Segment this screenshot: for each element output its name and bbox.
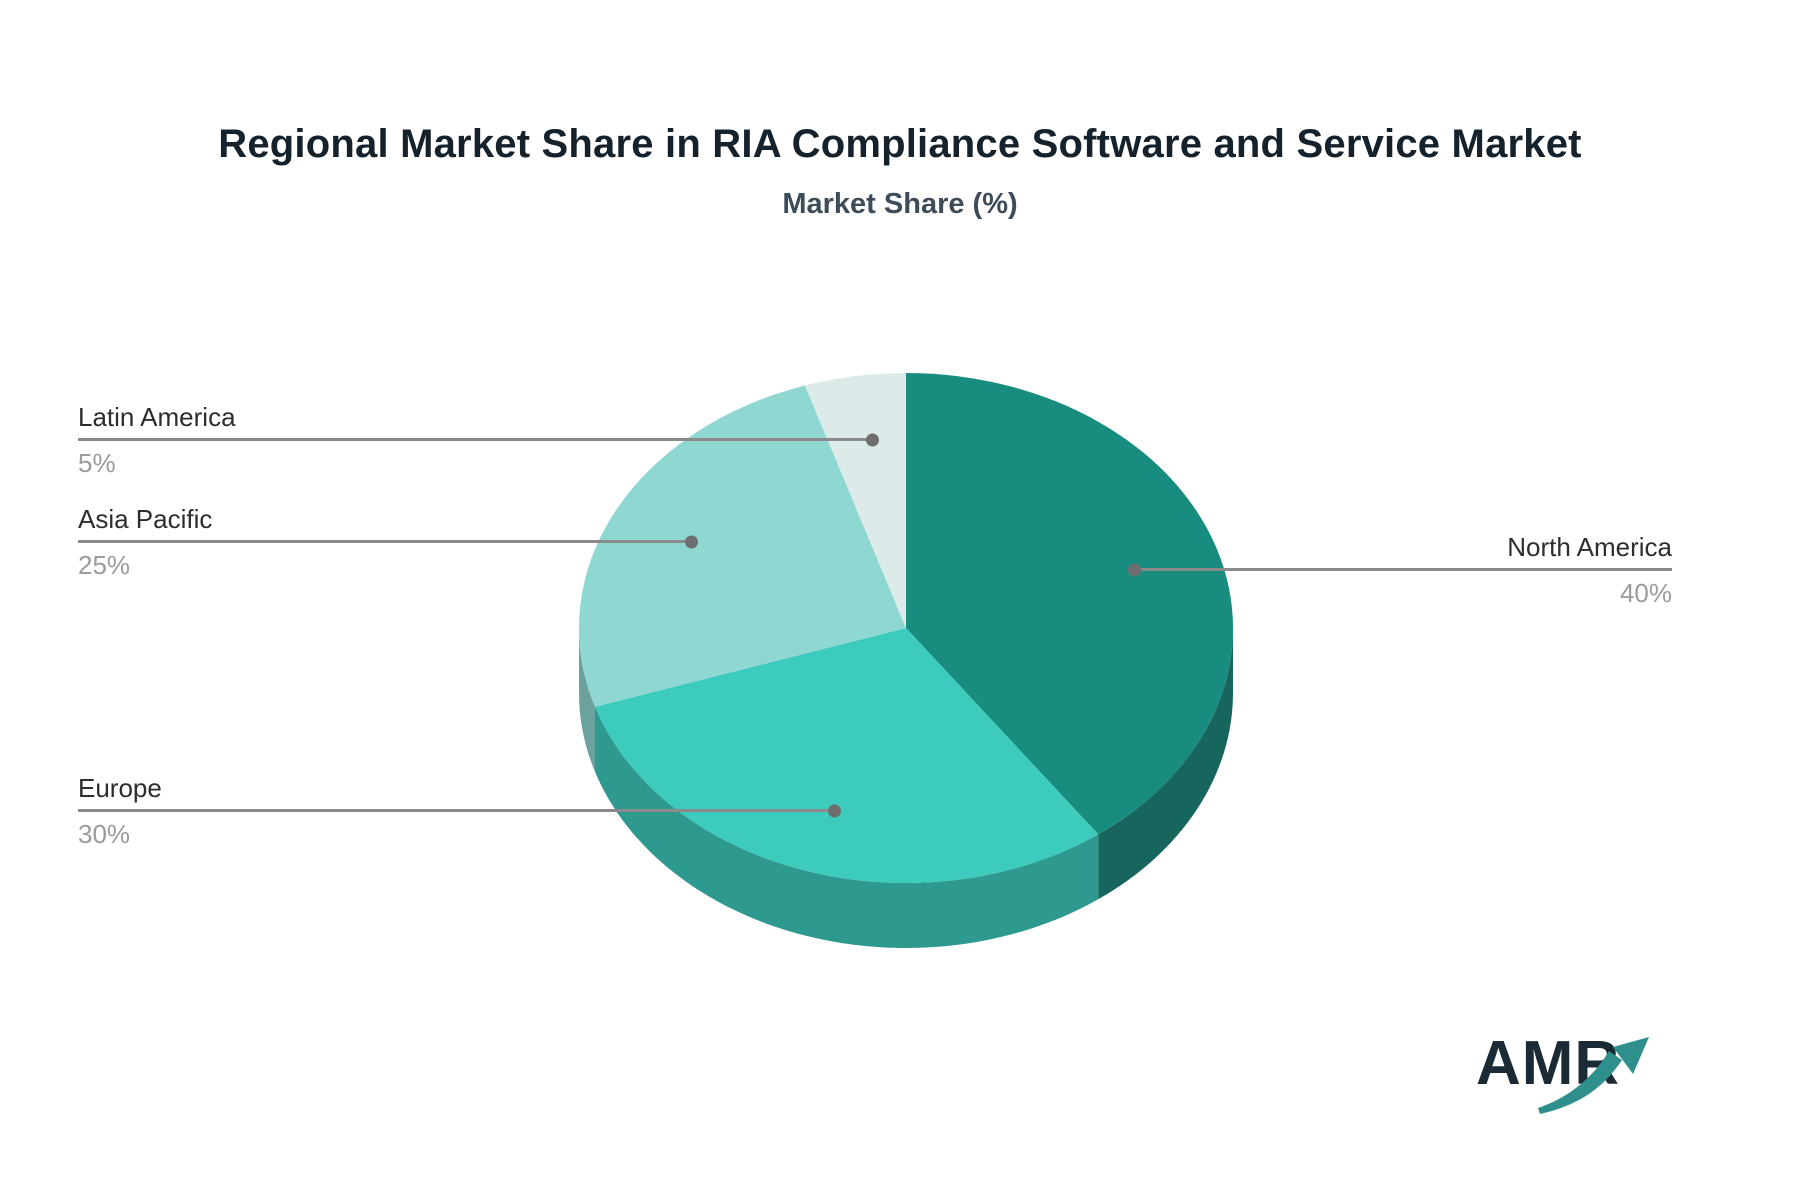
slice-label-value: 5% xyxy=(78,448,116,478)
slice-leader-line xyxy=(1128,563,1672,576)
slice-label-europe: Europe 30% xyxy=(78,772,841,850)
slice-leader-dot xyxy=(866,433,879,446)
slice-leader-line xyxy=(78,804,841,817)
slice-label-value: 40% xyxy=(1619,578,1672,608)
slice-leader-dot xyxy=(685,535,698,548)
slice-leader-dot xyxy=(828,804,841,817)
slice-label-asia-pacific: Asia Pacific 25% xyxy=(78,503,698,581)
slice-label-latin-america: Latin America 5% xyxy=(78,401,879,479)
slice-label-value: 25% xyxy=(78,550,131,580)
slice-leader-line xyxy=(78,433,879,446)
chart-canvas: Regional Market Share in RIA Compliance … xyxy=(0,0,1800,1196)
slice-label-name: North America xyxy=(1507,532,1672,562)
amr-logo-arrow-icon xyxy=(1538,1037,1649,1114)
slice-leader-dot xyxy=(1128,563,1141,576)
amr-logo: AMR xyxy=(1476,1028,1676,1128)
slice-leader-line xyxy=(78,535,698,548)
slice-label-name: Latin America xyxy=(78,402,236,432)
slice-label-north-america: North America 40% xyxy=(1128,531,1672,609)
slice-label-name: Europe xyxy=(78,773,162,803)
slice-label-name: Asia Pacific xyxy=(78,504,213,534)
slice-label-value: 30% xyxy=(78,819,131,849)
